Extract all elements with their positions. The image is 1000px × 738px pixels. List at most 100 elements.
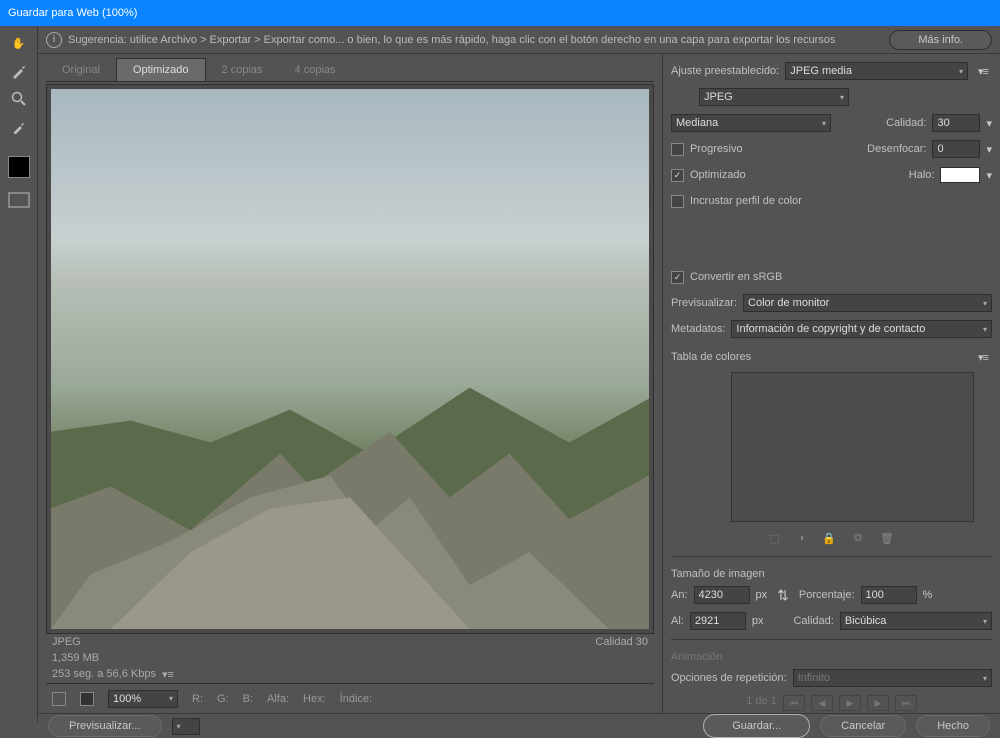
color-table-icons: ⬚ ◑ 🔒 ⧉ 🗑 <box>671 528 992 549</box>
preset-select[interactable]: JPEG media▾ <box>785 62 968 80</box>
optimizado-label: Optimizado <box>690 169 746 181</box>
info-quality: Calidad 30 <box>595 636 648 648</box>
loop-select: Infinito▾ <box>793 669 992 687</box>
preset-label: Ajuste preestablecido: <box>671 65 779 77</box>
info-icon: i <box>46 32 62 48</box>
toggle-slices-icon[interactable] <box>8 192 30 208</box>
time-menu-icon[interactable]: ▾≡ <box>162 668 174 681</box>
slice-visibility-icon[interactable] <box>52 692 66 706</box>
height-input[interactable]: 2921 <box>690 612 746 630</box>
preview-canvas[interactable] <box>46 84 654 634</box>
link-icon[interactable]: ⇅ <box>777 587 789 604</box>
hand-tool-icon[interactable]: ✋ <box>7 32 31 54</box>
eyedropper-tool-icon[interactable] <box>7 116 31 138</box>
preview-info-format: JPEG Calidad 30 <box>46 634 654 650</box>
play-icon: ▶ <box>839 695 861 711</box>
readout-r: R: <box>192 693 203 705</box>
desenfocar-slider-icon[interactable]: ▾ <box>986 143 992 156</box>
incrustar-checkbox[interactable] <box>671 195 684 208</box>
px-label-2: px <box>752 615 764 627</box>
frame-counter: 1 de 1 <box>746 695 777 711</box>
desenfocar-label: Desenfocar: <box>867 143 926 155</box>
previsualizar-select[interactable]: Color de monitor▾ <box>743 294 992 312</box>
lock-icon[interactable]: 🔒 <box>822 532 836 545</box>
titlebar: Guardar para Web (100%) <box>0 0 1000 26</box>
optimizado-checkbox[interactable] <box>671 169 684 182</box>
window-title: Guardar para Web (100%) <box>8 7 137 19</box>
tab-original[interactable]: Original <box>46 59 116 81</box>
info-format: JPEG <box>52 636 81 648</box>
ct-new-icon[interactable]: ⧉ <box>854 532 862 545</box>
last-frame-icon: ⏭ <box>895 695 917 711</box>
slice-select-icon[interactable] <box>80 692 94 706</box>
trash-icon[interactable]: 🗑 <box>880 532 894 545</box>
tab-4copias[interactable]: 4 copias <box>279 59 352 81</box>
ct-icon-2[interactable]: ◑ <box>798 532 805 545</box>
progresivo-label: Progresivo <box>690 143 743 155</box>
ct-icon-1[interactable]: ⬚ <box>769 532 779 545</box>
settings-panel: Ajuste preestablecido: JPEG media▾ ▾≡ JP… <box>662 54 1000 713</box>
percent-input[interactable]: 100 <box>861 586 917 604</box>
guardar-button[interactable]: Guardar... <box>703 714 810 738</box>
metadatos-select[interactable]: Información de copyright y de contacto▾ <box>731 320 992 338</box>
preview-info-size: 1,359 MB <box>46 650 654 666</box>
tabla-header: Tabla de colores <box>671 351 751 363</box>
halo-menu-icon[interactable]: ▾ <box>986 169 992 182</box>
prev-frame-icon: ◀ <box>811 695 833 711</box>
info-time: 253 seg. a 56,6 Kbps <box>52 668 156 681</box>
resample-select[interactable]: Bicúbica▾ <box>840 612 992 630</box>
tab-2copias[interactable]: 2 copias <box>206 59 279 81</box>
width-input[interactable]: 4230 <box>694 586 750 604</box>
tabla-menu-icon[interactable]: ▾≡ <box>974 351 992 364</box>
info-size: 1,359 MB <box>52 652 99 664</box>
readout-alfa: Alfa: <box>267 693 289 705</box>
preview-info-time: 253 seg. a 56,6 Kbps ▾≡ <box>46 666 654 683</box>
preview-tabs: Original Optimizado 2 copias 4 copias <box>46 58 654 82</box>
progresivo-checkbox[interactable] <box>671 143 684 156</box>
more-info-button[interactable]: Más info. <box>889 30 992 50</box>
tab-optimizado[interactable]: Optimizado <box>116 58 206 81</box>
hecho-button[interactable]: Hecho <box>916 715 990 737</box>
srgb-label: Convertir en sRGB <box>690 271 782 283</box>
cancelar-button[interactable]: Cancelar <box>820 715 906 737</box>
calidad-label: Calidad: <box>886 117 926 129</box>
previsualizar-label: Previsualizar: <box>671 297 737 309</box>
next-frame-icon: ▶ <box>867 695 889 711</box>
calidad2-label: Calidad: <box>793 615 833 627</box>
readout-g: G: <box>217 693 229 705</box>
animation-controls: 1 de 1 ⏮ ◀ ▶ ▶ ⏭ <box>671 693 992 713</box>
calidad-slider-icon[interactable]: ▾ <box>986 117 992 130</box>
browser-select[interactable]: ▾ <box>172 718 200 735</box>
px-label-1: px <box>756 589 768 601</box>
slice-tool-icon[interactable] <box>7 60 31 82</box>
hint-bar: i Sugerencia: utilice Archivo > Exportar… <box>38 26 1000 54</box>
foreground-color-swatch[interactable] <box>8 156 30 178</box>
calidad-input[interactable]: 30 <box>932 114 980 132</box>
format-select[interactable]: JPEG▾ <box>699 88 849 106</box>
halo-label: Halo: <box>909 169 935 181</box>
srgb-checkbox[interactable] <box>671 271 684 284</box>
status-bar: 100%▾ R: G: B: Alfa: Hex: Índice: <box>46 683 654 713</box>
halo-color[interactable] <box>940 167 980 183</box>
an-label: An: <box>671 589 688 601</box>
pct-label: % <box>923 589 933 601</box>
porcentaje-label: Porcentaje: <box>799 589 855 601</box>
readout-indice: Índice: <box>340 693 372 705</box>
incrustar-label: Incrustar perfil de color <box>690 195 802 207</box>
dialog-footer: Previsualizar... ▾ Guardar... Cancelar H… <box>38 713 1000 738</box>
first-frame-icon: ⏮ <box>783 695 805 711</box>
desenfocar-input[interactable]: 0 <box>932 140 980 158</box>
anim-header: Animación <box>671 647 992 663</box>
quality-mode-select[interactable]: Mediana▾ <box>671 114 831 132</box>
opciones-label: Opciones de repetición: <box>671 672 787 684</box>
zoom-tool-icon[interactable] <box>7 88 31 110</box>
readout-hex: Hex: <box>303 693 326 705</box>
tool-strip: ✋ <box>0 26 38 722</box>
color-table[interactable] <box>731 372 974 522</box>
metadatos-label: Metadatos: <box>671 323 725 335</box>
hint-text: Sugerencia: utilice Archivo > Exportar >… <box>68 34 883 46</box>
panel-menu-icon[interactable]: ▾≡ <box>974 65 992 78</box>
previsualizar-button[interactable]: Previsualizar... <box>48 715 162 737</box>
zoom-select[interactable]: 100%▾ <box>108 690 178 708</box>
al-label: Al: <box>671 615 684 627</box>
